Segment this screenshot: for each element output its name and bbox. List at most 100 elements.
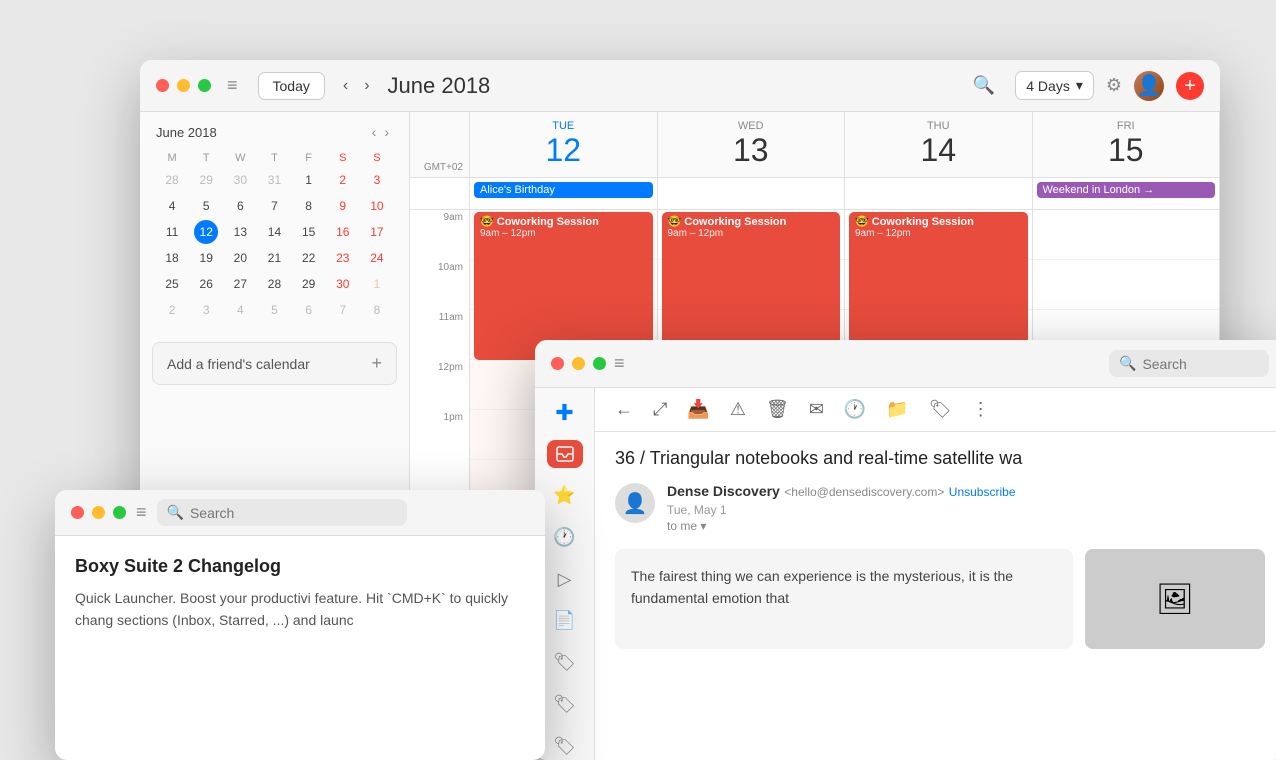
day-name-wed: Wed bbox=[658, 120, 845, 132]
settings-icon[interactable]: ⚙ bbox=[1106, 75, 1122, 96]
mini-cal-day[interactable]: 19 bbox=[194, 246, 218, 270]
prev-period-button[interactable]: ‹ bbox=[337, 75, 354, 97]
mini-cal-day[interactable]: 2 bbox=[160, 298, 184, 322]
coworking-wed-event[interactable]: 🤓 Coworking Session 9am – 12pm bbox=[662, 212, 841, 360]
expand-icon[interactable]: ⤢ bbox=[649, 395, 671, 424]
minimize-button[interactable] bbox=[177, 79, 190, 92]
coworking-tue-event[interactable]: 🤓 Coworking Session 9am – 12pm bbox=[474, 212, 653, 360]
notes-maximize-button[interactable] bbox=[113, 506, 126, 519]
label3-icon[interactable]: 🏷 bbox=[547, 732, 583, 760]
notes-search-input[interactable] bbox=[190, 505, 397, 521]
weekend-london-event[interactable]: Weekend in London → bbox=[1037, 182, 1216, 198]
starred-icon[interactable]: ⭐ bbox=[547, 482, 583, 510]
mini-cal-day[interactable]: 25 bbox=[160, 272, 184, 296]
calendar-traffic-lights bbox=[156, 79, 211, 92]
mini-cal-day[interactable]: 1 bbox=[297, 168, 321, 192]
label-icon[interactable]: 🏷 bbox=[925, 395, 956, 424]
mini-cal-day[interactable]: 27 bbox=[228, 272, 252, 296]
notes-hamburger-icon[interactable]: ≡ bbox=[136, 502, 147, 523]
mini-cal-day[interactable]: 10 bbox=[365, 194, 389, 218]
email-close-button[interactable] bbox=[551, 357, 564, 370]
sent-icon[interactable]: ▷ bbox=[547, 565, 583, 593]
mini-cal-day[interactable]: 6 bbox=[228, 194, 252, 218]
mini-cal-day[interactable]: 11 bbox=[160, 220, 184, 244]
mini-cal-day[interactable]: 4 bbox=[160, 194, 184, 218]
mini-cal-day[interactable]: 26 bbox=[194, 272, 218, 296]
close-button[interactable] bbox=[156, 79, 169, 92]
mini-cal-day[interactable]: 2 bbox=[331, 168, 355, 192]
mini-cal-next[interactable]: › bbox=[380, 124, 393, 140]
label2-icon[interactable]: 🏷 bbox=[547, 691, 583, 719]
mini-cal-day[interactable]: 6 bbox=[297, 298, 321, 322]
sender-email: <hello@densediscovery.com> bbox=[784, 485, 944, 499]
email-search-input[interactable] bbox=[1142, 356, 1259, 372]
mini-cal-day[interactable]: 15 bbox=[297, 220, 321, 244]
mini-cal-day[interactable]: 3 bbox=[194, 298, 218, 322]
mini-cal-day[interactable]: 8 bbox=[365, 298, 389, 322]
mini-cal-month-label: June 2018 bbox=[156, 125, 368, 140]
unsubscribe-link[interactable]: Unsubscribe bbox=[949, 485, 1016, 499]
mini-cal-prev[interactable]: ‹ bbox=[368, 124, 381, 140]
mini-cal-day[interactable]: 5 bbox=[262, 298, 286, 322]
mini-cal-day[interactable]: 13 bbox=[228, 220, 252, 244]
today-button[interactable]: Today bbox=[258, 72, 325, 100]
mini-cal-day[interactable]: 31 bbox=[262, 168, 286, 192]
mini-cal-day[interactable]: 7 bbox=[262, 194, 286, 218]
time-10am: 10am bbox=[410, 260, 469, 310]
email-minimize-button[interactable] bbox=[572, 357, 585, 370]
mini-cal-day[interactable]: 1 bbox=[365, 272, 389, 296]
view-selector[interactable]: 4 Days ▾ bbox=[1015, 71, 1094, 100]
archive-icon[interactable]: 📥 bbox=[683, 395, 713, 424]
email-sidebar-toggle-icon[interactable]: ≡ bbox=[614, 353, 625, 374]
mini-cal-day[interactable]: 9 bbox=[331, 194, 355, 218]
coworking-thu-event[interactable]: 🤓 Coworking Session 9am – 12pm bbox=[849, 212, 1028, 360]
next-period-button[interactable]: › bbox=[358, 75, 375, 97]
mini-cal-day[interactable]: 17 bbox=[365, 220, 389, 244]
compose-button[interactable]: ✚ bbox=[549, 400, 581, 426]
mini-cal-day[interactable]: 5 bbox=[194, 194, 218, 218]
search-icon[interactable]: 🔍 bbox=[973, 75, 995, 96]
mini-cal-day-today[interactable]: 12 bbox=[194, 220, 218, 244]
notes-close-button[interactable] bbox=[71, 506, 84, 519]
snoozed-icon[interactable]: 🕐 bbox=[547, 524, 583, 552]
mini-cal-day[interactable]: 29 bbox=[194, 168, 218, 192]
delete-icon[interactable]: 🗑 bbox=[762, 395, 793, 424]
mini-cal-day[interactable]: 30 bbox=[228, 168, 252, 192]
mark-read-icon[interactable]: ✉ bbox=[805, 395, 828, 424]
add-event-button[interactable]: + bbox=[1176, 72, 1204, 100]
day-num-12: 12 bbox=[470, 132, 657, 169]
mini-cal-day[interactable]: 4 bbox=[228, 298, 252, 322]
alice-birthday-event[interactable]: Alice's Birthday bbox=[474, 182, 653, 198]
mini-cal-day[interactable]: 23 bbox=[331, 246, 355, 270]
label1-icon[interactable]: 🏷 bbox=[547, 649, 583, 677]
mini-cal-day[interactable]: 18 bbox=[160, 246, 184, 270]
mini-cal-day[interactable]: 22 bbox=[297, 246, 321, 270]
mini-cal-day[interactable]: 3 bbox=[365, 168, 389, 192]
sidebar-toggle-icon[interactable]: ≡ bbox=[227, 75, 238, 96]
mini-cal-day[interactable]: 29 bbox=[297, 272, 321, 296]
mini-cal-day[interactable]: 21 bbox=[262, 246, 286, 270]
more-options-icon[interactable]: ⋮ bbox=[968, 395, 994, 424]
mini-cal-day[interactable]: 28 bbox=[262, 272, 286, 296]
notes-minimize-button[interactable] bbox=[92, 506, 105, 519]
add-friend-calendar-button[interactable]: Add a friend's calendar + bbox=[152, 342, 397, 385]
mini-cal-day[interactable]: 7 bbox=[331, 298, 355, 322]
maximize-button[interactable] bbox=[198, 79, 211, 92]
user-avatar[interactable]: 👤 bbox=[1134, 71, 1164, 101]
report-icon[interactable]: ⚠ bbox=[726, 395, 750, 424]
mini-cal-day[interactable]: 14 bbox=[262, 220, 286, 244]
fri-9am-slot[interactable] bbox=[1033, 210, 1220, 260]
fri-10am-slot[interactable] bbox=[1033, 260, 1220, 310]
email-maximize-button[interactable] bbox=[593, 357, 606, 370]
move-icon[interactable]: 📁 bbox=[882, 395, 912, 424]
mini-cal-day[interactable]: 28 bbox=[160, 168, 184, 192]
drafts-icon[interactable]: 📄 bbox=[547, 607, 583, 635]
mini-cal-day[interactable]: 8 bbox=[297, 194, 321, 218]
mini-cal-day[interactable]: 30 bbox=[331, 272, 355, 296]
snooze-icon[interactable]: 🕐 bbox=[840, 395, 870, 424]
mini-cal-day[interactable]: 20 bbox=[228, 246, 252, 270]
inbox-icon[interactable] bbox=[547, 440, 583, 468]
mini-cal-day[interactable]: 16 bbox=[331, 220, 355, 244]
back-icon[interactable]: ← bbox=[611, 395, 637, 424]
mini-cal-day[interactable]: 24 bbox=[365, 246, 389, 270]
